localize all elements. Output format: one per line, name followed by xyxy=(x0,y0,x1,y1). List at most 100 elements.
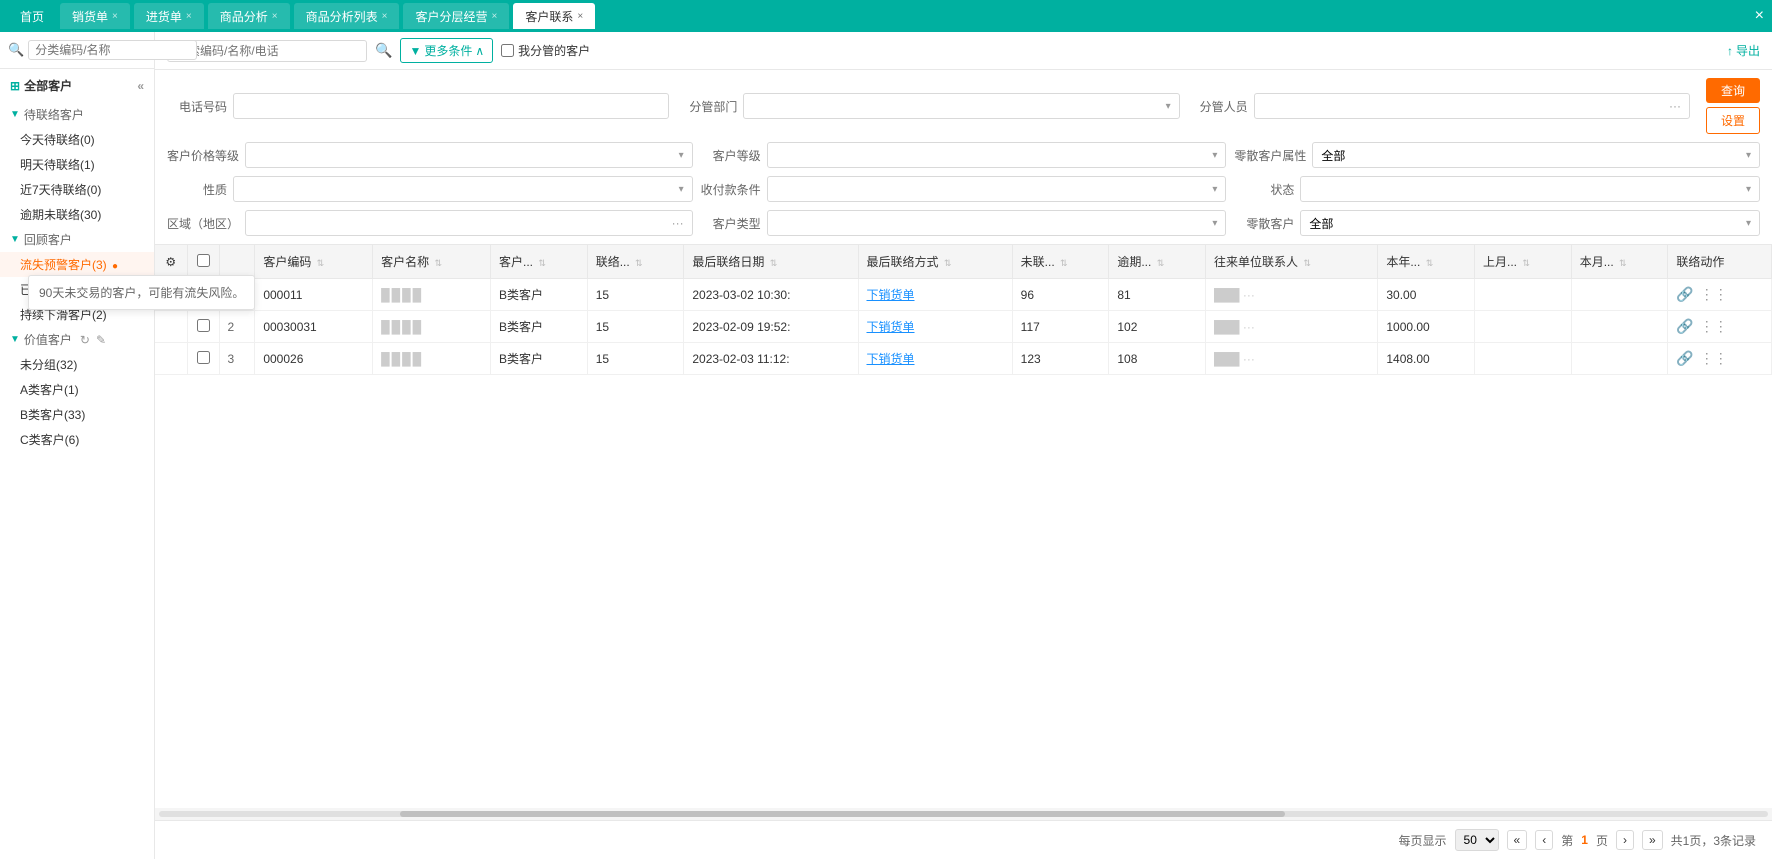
menu-action-icon-2[interactable]: ⋮⋮ xyxy=(1700,350,1728,367)
th-code[interactable]: 客户编码 ⇅ xyxy=(255,245,373,279)
table-row: 3 000026 ████ B类客户 15 2023-02-03 11:12: … xyxy=(155,343,1772,375)
zero-attr-arrow-icon: ▾ xyxy=(1746,150,1751,161)
td-last-method-0[interactable]: 下销货单 xyxy=(858,279,1012,311)
phone-input[interactable] xyxy=(233,93,669,119)
export-button[interactable]: ↑ 导出 xyxy=(1727,42,1760,59)
nav-tab-sales[interactable]: 销货单 × xyxy=(60,3,130,29)
sidebar-search-input[interactable] xyxy=(28,40,197,60)
price-level-arrow-icon: ▾ xyxy=(679,150,684,161)
dept-select[interactable]: ▾ xyxy=(743,93,1179,119)
nav-tab-goods-list[interactable]: 商品分析列表 × xyxy=(294,3,400,29)
th-checkbox[interactable] xyxy=(187,245,219,279)
sidebar-item-churn-warning[interactable]: 流失预警客户(3) ● xyxy=(0,252,154,277)
td-unit-contact-1: ███ ··· xyxy=(1206,311,1378,343)
sidebar-item-tomorrow[interactable]: 明天待联络(1) xyxy=(0,152,154,177)
zero-attr-select[interactable]: 全部 ▾ xyxy=(1312,142,1760,168)
payment-arrow-icon: ▾ xyxy=(1212,184,1217,195)
td-last-method-1[interactable]: 下销货单 xyxy=(858,311,1012,343)
select-all-checkbox[interactable] xyxy=(197,254,210,267)
nav-tab-customer-contact[interactable]: 客户联系 × xyxy=(513,3,595,29)
nav-tab-home[interactable]: 首页 xyxy=(8,3,56,29)
link-action-icon-0[interactable]: 🔗 xyxy=(1676,286,1693,303)
scrollbar-thumb[interactable] xyxy=(400,811,1285,817)
td-this-year-0: 30.00 xyxy=(1378,279,1475,311)
th-last-contact-date[interactable]: 最后联络日期 ⇅ xyxy=(684,245,858,279)
per-page-select[interactable]: 50 xyxy=(1455,829,1499,851)
sidebar-item-class-b[interactable]: B类客户(33) xyxy=(0,402,154,427)
th-unit-contact[interactable]: 往来单位联系人 ⇅ xyxy=(1206,245,1378,279)
link-action-icon-2[interactable]: 🔗 xyxy=(1676,350,1693,367)
close-customer-layer-icon[interactable]: × xyxy=(491,11,497,22)
my-customers-checkbox-area[interactable]: 我分管的客户 xyxy=(501,42,590,59)
close-goods-analysis-icon[interactable]: × xyxy=(272,11,278,22)
prev-page-button[interactable]: ‹ xyxy=(1535,830,1553,850)
sidebar-item-ungrouped[interactable]: 未分组(32) xyxy=(0,352,154,377)
td-last-method-2[interactable]: 下销货单 xyxy=(858,343,1012,375)
td-checkbox-1[interactable] xyxy=(187,311,219,343)
th-last-month[interactable]: 上月... ⇅ xyxy=(1475,245,1572,279)
nav-tab-goods-analysis[interactable]: 商品分析 × xyxy=(208,3,290,29)
sidebar-item-today[interactable]: 今天待联络(0) xyxy=(0,127,154,152)
region-select[interactable]: ··· xyxy=(245,210,693,236)
status-select[interactable]: ▾ xyxy=(1300,176,1760,202)
first-page-button[interactable]: « xyxy=(1507,830,1528,850)
arrow-pending-icon: ▼ xyxy=(10,109,20,120)
th-settings[interactable]: ⚙ xyxy=(155,245,187,279)
sidebar-all-customers[interactable]: ⊞ 全部客户 « xyxy=(0,69,154,102)
th-overdue[interactable]: 逾期... ⇅ xyxy=(1109,245,1206,279)
th-contact[interactable]: 联络... ⇅ xyxy=(587,245,684,279)
close-purchase-icon[interactable]: × xyxy=(186,11,192,22)
refresh-icon[interactable]: ↻ xyxy=(80,333,90,347)
menu-action-icon-1[interactable]: ⋮⋮ xyxy=(1700,318,1728,335)
nav-tab-purchase[interactable]: 进货单 × xyxy=(134,3,204,29)
customer-level-select[interactable]: ▾ xyxy=(767,142,1227,168)
row-checkbox-1[interactable] xyxy=(197,319,210,332)
settings-button[interactable]: 设置 xyxy=(1706,107,1760,134)
my-customers-checkbox[interactable] xyxy=(501,44,514,57)
region-dots[interactable]: ··· xyxy=(672,216,684,230)
td-type-0: B类客户 xyxy=(491,279,588,311)
payment-select[interactable]: ▾ xyxy=(767,176,1227,202)
zero-customer-select[interactable]: 全部 ▾ xyxy=(1300,210,1760,236)
nav-close-all-icon[interactable]: × xyxy=(1755,7,1764,25)
link-action-icon-1[interactable]: 🔗 xyxy=(1676,318,1693,335)
sort-type-icon: ⇅ xyxy=(538,258,546,268)
th-last-contact-method[interactable]: 最后联络方式 ⇅ xyxy=(858,245,1012,279)
sidebar-item-class-c[interactable]: C类客户(6) xyxy=(0,427,154,452)
sidebar-section-pending[interactable]: ▼ 待联络客户 xyxy=(0,102,154,127)
filter-search-button[interactable]: 🔍 xyxy=(375,42,392,59)
row-checkbox-2[interactable] xyxy=(197,351,210,364)
td-checkbox-2[interactable] xyxy=(187,343,219,375)
sidebar-item-overdue[interactable]: 逾期未联络(30) xyxy=(0,202,154,227)
close-goods-list-icon[interactable]: × xyxy=(382,11,388,22)
content-area: 🔍 ▼ 更多条件 ∧ 我分管的客户 ↑ 导出 电话号码 xyxy=(155,32,1772,859)
menu-action-icon-0[interactable]: ⋮⋮ xyxy=(1700,286,1728,303)
customer-type-select[interactable]: ▾ xyxy=(767,210,1227,236)
th-this-month[interactable]: 本月... ⇅ xyxy=(1571,245,1668,279)
sidebar-item-week[interactable]: 近7天待联络(0) xyxy=(0,177,154,202)
sidebar-item-class-a[interactable]: A类客户(1) xyxy=(0,377,154,402)
price-level-select[interactable]: ▾ xyxy=(245,142,693,168)
th-type[interactable]: 客户... ⇅ xyxy=(491,245,588,279)
sidebar-section-value[interactable]: ▼ 价值客户 ↻ ✎ xyxy=(0,327,154,352)
th-name[interactable]: 客户名称 ⇅ xyxy=(373,245,491,279)
td-not-contact-2: 123 xyxy=(1012,343,1109,375)
horizontal-scrollbar[interactable] xyxy=(155,808,1772,820)
filter-field-zero-customer: 零散客户 全部 ▾ xyxy=(1234,210,1760,236)
next-page-button[interactable]: › xyxy=(1616,830,1634,850)
close-customer-contact-icon[interactable]: × xyxy=(577,11,583,22)
query-button[interactable]: 查询 xyxy=(1706,78,1760,103)
person-select[interactable]: ··· xyxy=(1254,93,1690,119)
person-dots[interactable]: ··· xyxy=(1669,99,1681,113)
gender-select[interactable]: ▾ xyxy=(233,176,693,202)
filter-more-conditions-button[interactable]: ▼ 更多条件 ∧ xyxy=(400,38,493,63)
last-page-button[interactable]: » xyxy=(1642,830,1663,850)
td-last-month-1 xyxy=(1475,311,1572,343)
edit-icon[interactable]: ✎ xyxy=(96,333,106,347)
th-not-contact[interactable]: 未联... ⇅ xyxy=(1012,245,1109,279)
collapse-icon[interactable]: « xyxy=(137,79,144,93)
close-sales-icon[interactable]: × xyxy=(112,11,118,22)
nav-tab-customer-layer[interactable]: 客户分层经营 × xyxy=(403,3,509,29)
th-this-year[interactable]: 本年... ⇅ xyxy=(1378,245,1475,279)
sidebar-section-review[interactable]: ▼ 回顾客户 xyxy=(0,227,154,252)
